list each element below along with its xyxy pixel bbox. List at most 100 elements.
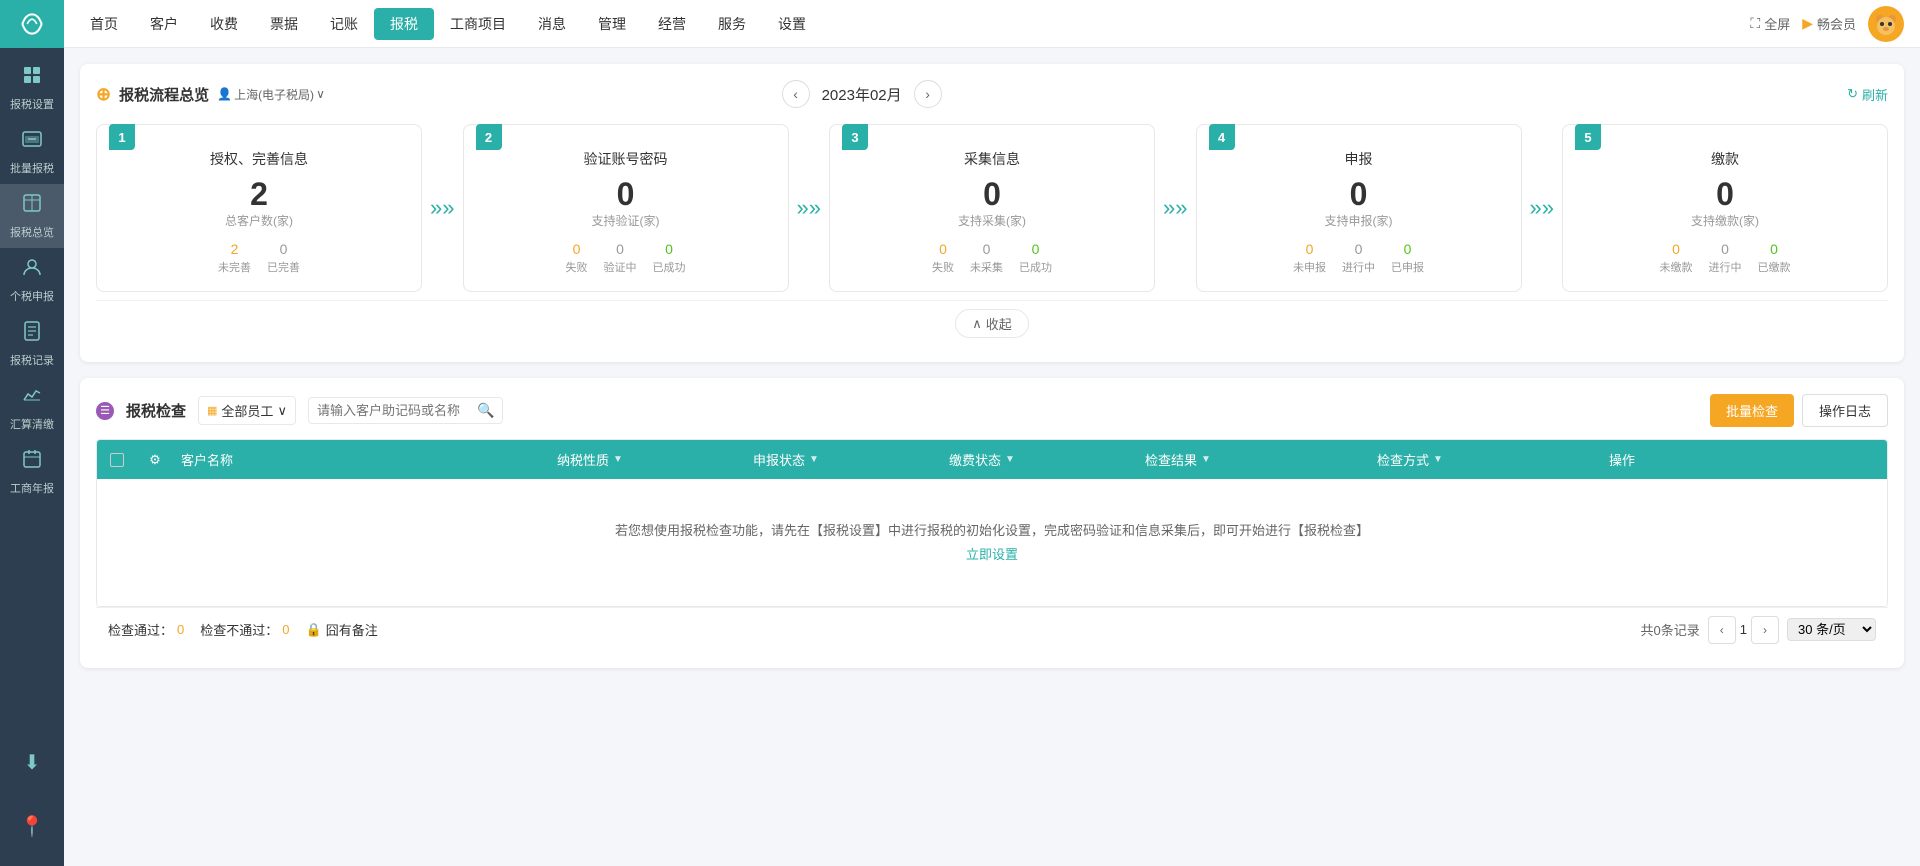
select-all-checkbox[interactable] [110,453,124,467]
app-logo [0,0,64,48]
step-subtitle-3: 支持采集(家) [958,212,1026,229]
current-page: 1 [1740,622,1747,637]
step-title-1: 授权、完善信息 [210,149,308,169]
sidebar-item-tax-record[interactable]: 报税记录 [0,312,64,376]
pay-filter-icon: ▼ [1005,454,1015,465]
immediate-setup-link[interactable]: 立即设置 [966,543,1018,566]
tax-check-title: 报税检查 [126,400,186,421]
fail-count[interactable]: 0 [282,622,289,637]
stat-paying: 0 进行中 [1709,241,1742,275]
refresh-button[interactable]: ↻ 刷新 [1847,85,1888,104]
tax-check-header: ☰ 报税检查 ▦ 全部员工 ∨ 🔍 批量检查 操作日志 [96,394,1888,427]
nav-item-home[interactable]: 首页 [74,0,134,48]
stat-paid: 0 已缴款 [1758,241,1791,275]
dropdown-chevron-icon: ∨ [277,403,287,419]
sidebar-item-download[interactable]: ⬇ [0,730,64,794]
vip-play-icon: ▶ [1802,15,1813,32]
stat-label-declaring: 进行中 [1342,259,1375,275]
tax-check-icon: ☰ [96,402,114,420]
sidebar-item-batch-tax[interactable]: 批量报税 [0,120,64,184]
next-month-button[interactable]: › [914,80,942,108]
sidebar-item-personal-tax[interactable]: 个税申报 [0,248,64,312]
nav-item-operation[interactable]: 经营 [642,0,702,48]
page-navigation: ‹ 1 › [1708,616,1779,644]
search-input[interactable] [317,403,477,418]
stat-label-not-declared: 未申报 [1293,259,1326,275]
stat-declared: 0 已申报 [1391,241,1424,275]
th-tax-type[interactable]: 纳税性质 ▼ [549,440,745,479]
stat-label-collect-fail: 失败 [932,259,954,275]
prev-month-button[interactable]: ‹ [782,80,810,108]
collapse-button[interactable]: ∧ 收起 [955,309,1029,338]
sidebar-item-annual-report[interactable]: 工商年报 [0,440,64,504]
check-fail-stat: 检查不通过： 0 [200,620,289,639]
nav-item-management[interactable]: 管理 [582,0,642,48]
sidebar-item-tax-settings[interactable]: 报税设置 [0,56,64,120]
stat-label-verified: 已成功 [653,259,686,275]
prev-page-button[interactable]: ‹ [1708,616,1736,644]
nav-item-tax[interactable]: 报税 [374,8,434,40]
per-page-select[interactable]: 30 条/页 50 条/页 100 条/页 [1787,618,1876,641]
th-check-method[interactable]: 检查方式 ▼ [1369,440,1601,479]
stat-num-verified[interactable]: 0 [665,241,673,257]
batch-check-button[interactable]: 批量检查 [1710,394,1794,427]
sidebar-item-label: 汇算清缴 [10,416,54,432]
sidebar-item-location[interactable]: 📍 [0,794,64,858]
main-content: ⊕ 报税流程总览 👤 上海(电子税局) ∨ ‹ 2023年02月 › ↻ 刷新 [64,48,1920,866]
location-tag[interactable]: 👤 上海(电子税局) ∨ [217,86,325,103]
total-records: 共0条记录 [1641,620,1700,639]
tax-overview-icon [21,192,43,220]
nav-item-business[interactable]: 工商项目 [434,0,522,48]
next-page-button[interactable]: › [1751,616,1779,644]
th-pay-status[interactable]: 缴费状态 ▼ [941,440,1137,479]
sidebar-item-tax-overview[interactable]: 报税总览 [0,184,64,248]
employee-filter[interactable]: ▦ 全部员工 ∨ [198,396,296,425]
search-icon[interactable]: 🔍 [477,402,494,419]
th-declare-status[interactable]: 申报状态 ▼ [745,440,941,479]
operation-log-button[interactable]: 操作日志 [1802,394,1888,427]
stat-num-collect-fail[interactable]: 0 [939,241,947,257]
stat-num-fail[interactable]: 0 [573,241,581,257]
avatar[interactable] [1868,6,1904,42]
filter-icon: ▦ [207,404,217,417]
sidebar-item-label: 报税设置 [10,96,54,112]
fullscreen-button[interactable]: ⛶ 全屏 [1750,14,1790,33]
nav-item-accounting[interactable]: 记账 [314,0,374,48]
step-stats-1: 2 未完善 0 已完善 [218,241,300,275]
stat-num-not-paid[interactable]: 0 [1672,241,1680,257]
flow-step-5: 5 缴款 0 支持缴款(家) 0 未缴款 0 进行中 [1562,124,1888,292]
nav-item-fee[interactable]: 收费 [194,0,254,48]
stat-num-declared[interactable]: 0 [1404,241,1412,257]
nav-item-client[interactable]: 客户 [134,0,194,48]
step-stats-2: 0 失败 0 验证中 0 已成功 [566,241,686,275]
stat-num-verifying[interactable]: 0 [616,241,624,257]
stat-num-paying[interactable]: 0 [1721,241,1729,257]
collapse-row: ∧ 收起 [96,300,1888,346]
stat-label-fail: 失败 [566,259,588,275]
stat-num-not-collected[interactable]: 0 [983,241,991,257]
nav-item-settings[interactable]: 设置 [762,0,822,48]
pass-count[interactable]: 0 [177,622,184,637]
step-number-1: 1 [109,124,135,150]
stat-num-incomplete[interactable]: 2 [231,241,239,257]
nav-item-service[interactable]: 服务 [702,0,762,48]
stat-not-collected: 0 未采集 [970,241,1003,275]
stat-num-paid[interactable]: 0 [1770,241,1778,257]
gear-icon[interactable]: ⚙ [149,452,161,468]
sidebar-item-settlement[interactable]: 汇算清缴 [0,376,64,440]
nav-item-message[interactable]: 消息 [522,0,582,48]
stat-num-collected[interactable]: 0 [1032,241,1040,257]
nav-item-invoice[interactable]: 票据 [254,0,314,48]
step-subtitle-4: 支持申报(家) [1325,212,1393,229]
stat-num-complete[interactable]: 0 [280,241,288,257]
th-client-name: 客户名称 [173,440,549,479]
location-icon: 📍 [20,814,45,839]
stat-num-not-declared[interactable]: 0 [1306,241,1314,257]
th-check-result[interactable]: 检查结果 ▼ [1137,440,1369,479]
table-footer: 检查通过： 0 检查不通过： 0 🔒 囧有备注 共0条记录 ‹ 1 › [96,607,1888,652]
month-navigation: ‹ 2023年02月 › [782,80,942,108]
vip-button[interactable]: ▶ 畅会员 [1802,14,1856,33]
stat-num-declaring[interactable]: 0 [1355,241,1363,257]
nav-right-area: ⛶ 全屏 ▶ 畅会员 [1750,6,1920,42]
sidebar: 报税设置 批量报税 报税总览 [0,48,64,866]
